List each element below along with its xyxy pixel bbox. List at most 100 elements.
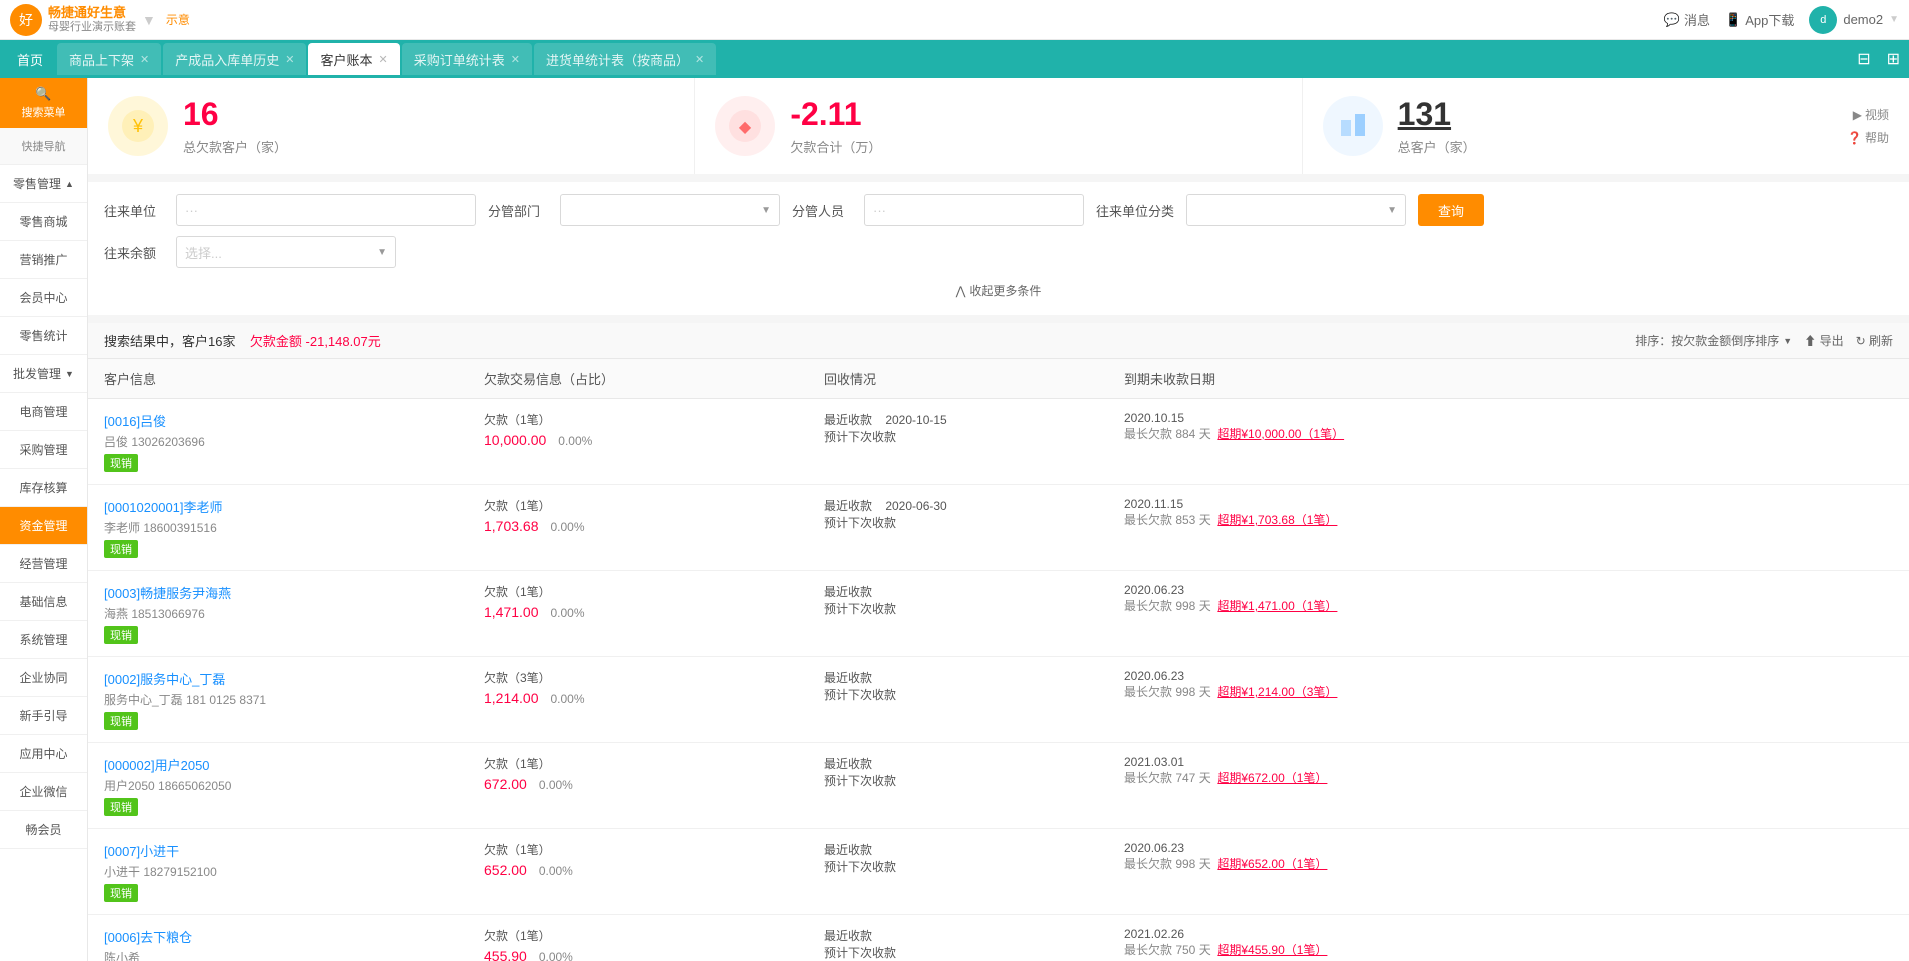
customer-name-5[interactable]: [000002]用户2050 [104, 755, 484, 774]
overdue-link-7[interactable]: 超期¥455.90（1笔） [1217, 943, 1327, 957]
total-icon [1323, 96, 1383, 156]
debt-amount-1[interactable]: 10,000.00 [484, 432, 546, 448]
sidebar-item-retail-mgmt[interactable]: 零售管理 ▲ [0, 165, 87, 203]
search-btn[interactable]: 查询 [1418, 194, 1484, 226]
sidebar-item-enterprise-coop[interactable]: 企业协同 [0, 659, 87, 697]
chevron-down-icon: ▼ [761, 205, 771, 216]
video-btn[interactable]: ▶ 视频 [1853, 106, 1889, 123]
sidebar-item-finance[interactable]: 资金管理 [0, 507, 87, 545]
debt-info-2: 欠款（1笔） 1,703.68 0.00% [484, 497, 824, 534]
close-icon[interactable]: ✕ [695, 53, 704, 66]
close-icon[interactable]: ✕ [511, 53, 520, 66]
tab-product-inbound[interactable]: 产成品入库单历史 ✕ [163, 43, 306, 75]
source-unit-input[interactable]: ··· [176, 194, 476, 226]
sidebar-item-app-center[interactable]: 应用中心 [0, 735, 87, 773]
sidebar-item-member[interactable]: 会员中心 [0, 279, 87, 317]
customer-name-7[interactable]: [0006]去下粮仓 [104, 927, 484, 946]
user-menu[interactable]: d demo2 ▼ [1809, 6, 1899, 34]
debt-amount-4[interactable]: 1,214.00 [484, 690, 539, 706]
customers-icon: ¥ [108, 96, 168, 156]
debt-info-3: 欠款（1笔） 1,471.00 0.00% [484, 583, 824, 620]
unit-category-select[interactable]: ▼ [1186, 194, 1406, 226]
debt-info-5: 欠款（1笔） 672.00 0.00% [484, 755, 824, 792]
collection-info-1: 最近收款 2020-10-15 预计下次收款 [824, 411, 1124, 445]
customer-name-1[interactable]: [0016]吕俊 [104, 411, 484, 430]
mobile-icon: 📱 [1725, 12, 1741, 28]
chevron-down-icon: ▼ [377, 247, 387, 258]
debt-amount-7[interactable]: 455.90 [484, 948, 527, 961]
tab-customer-account[interactable]: 客户账本 ✕ [308, 43, 399, 75]
debt-amount-5[interactable]: 672.00 [484, 776, 527, 792]
collection-info-3: 最近收款 预计下次收款 [824, 583, 1124, 617]
customer-name-3[interactable]: [0003]畅捷服务尹海燕 [104, 583, 484, 602]
customer-info-7: [0006]去下粮仓 陈小希 现销 [104, 927, 484, 961]
tab-product-shelf[interactable]: 商品上下架 ✕ [57, 43, 161, 75]
customer-info-5: [000002]用户2050 用户2050 18665062050 现销 [104, 755, 484, 816]
table-row: [0002]服务中心_丁磊 服务中心_丁磊 181 0125 8371 现销 欠… [88, 657, 1909, 743]
sidebar-item-marketing[interactable]: 营销推广 [0, 241, 87, 279]
tabs-maximize-btn[interactable]: ⊞ [1883, 49, 1904, 69]
chevron-up-icon: ⋀ [956, 284, 966, 298]
logo-text: 畅捷通好生意 [48, 5, 136, 21]
sidebar-item-basic-info[interactable]: 基础信息 [0, 583, 87, 621]
sidebar-item-enterprise-wx[interactable]: 企业微信 [0, 773, 87, 811]
help-btn[interactable]: ❓ 帮助 [1847, 129, 1889, 146]
overdue-link-3[interactable]: 超期¥1,471.00（1笔） [1217, 599, 1337, 613]
customer-info-4: [0002]服务中心_丁磊 服务中心_丁磊 181 0125 8371 现销 [104, 669, 484, 730]
sidebar-item-batch-mgmt[interactable]: 批发管理 ▼ [0, 355, 87, 393]
result-actions: 排序：按欠款金额倒序排序 ▼ ⬆ 导出 ↻ 刷新 [1635, 332, 1893, 349]
tab-purchase-order[interactable]: 采购订单统计表 ✕ [402, 43, 532, 75]
customer-tag-1: 现销 [104, 454, 138, 472]
table-row: [0003]畅捷服务尹海燕 海燕 18513066976 现销 欠款（1笔） 1… [88, 571, 1909, 657]
sidebar-item-ecommerce[interactable]: 电商管理 [0, 393, 87, 431]
sidebar-item-quick-nav[interactable]: 快捷导航 [0, 128, 87, 165]
close-icon[interactable]: ✕ [285, 53, 294, 66]
source-unit-placeholder: ··· [185, 203, 198, 218]
tab-purchase-stats[interactable]: 进货单统计表（按商品） ✕ [534, 43, 716, 75]
filter-row-2: 往来余额 选择... ▼ [104, 236, 1893, 268]
overdue-link-2[interactable]: 超期¥1,703.68（1笔） [1217, 513, 1337, 527]
debt-amount-6[interactable]: 652.00 [484, 862, 527, 878]
debt-amount-2[interactable]: 1,703.68 [484, 518, 539, 534]
stats-row: ¥ 16 总欠款客户（家） ◆ [88, 78, 1909, 174]
customer-name-6[interactable]: [0007]小进干 [104, 841, 484, 860]
table-row: [0001020001]李老师 李老师 18600391516 现销 欠款（1笔… [88, 485, 1909, 571]
table-row: [0007]小进干 小进干 18279152100 现销 欠款（1笔） 652.… [88, 829, 1909, 915]
refresh-btn[interactable]: ↻ 刷新 [1856, 332, 1893, 349]
demo-link[interactable]: 示意 [166, 11, 190, 28]
overdue-link-1[interactable]: 超期¥10,000.00（1笔） [1217, 427, 1344, 441]
sidebar-item-retail-mall[interactable]: 零售商城 [0, 203, 87, 241]
overdue-link-6[interactable]: 超期¥652.00（1笔） [1217, 857, 1327, 871]
tab-home[interactable]: 首页 [5, 43, 55, 75]
overdue-link-4[interactable]: 超期¥1,214.00（3笔） [1217, 685, 1337, 699]
customer-name-2[interactable]: [0001020001]李老师 [104, 497, 484, 516]
app-download-btn[interactable]: 📱 App下载 [1725, 10, 1794, 29]
dept-select[interactable]: ▼ [560, 194, 780, 226]
sidebar-item-inventory[interactable]: 库存核算 [0, 469, 87, 507]
sort-select[interactable]: 排序：按欠款金额倒序排序 ▼ [1635, 332, 1792, 349]
sidebar-item-retail-stats[interactable]: 零售统计 [0, 317, 87, 355]
collapse-btn[interactable]: ⋀ 收起更多条件 [104, 278, 1893, 303]
sidebar-item-newbie[interactable]: 新手引导 [0, 697, 87, 735]
customer-name-4[interactable]: [0002]服务中心_丁磊 [104, 669, 484, 688]
overdue-link-5[interactable]: 超期¥672.00（1笔） [1217, 771, 1327, 785]
customer-info-2: [0001020001]李老师 李老师 18600391516 现销 [104, 497, 484, 558]
customer-tag-5: 现销 [104, 798, 138, 816]
tabs-bar-right: ⊟ ⊞ [1853, 49, 1904, 69]
sidebar-item-operations[interactable]: 经营管理 [0, 545, 87, 583]
message-btn[interactable]: 💬 消息 [1664, 10, 1710, 29]
debt-info-7: 欠款（1笔） 455.90 0.00% [484, 927, 824, 961]
export-btn[interactable]: ⬆ 导出 [1804, 332, 1843, 349]
close-icon[interactable]: ✕ [140, 53, 149, 66]
stat-label-customers: 总欠款客户（家） [183, 137, 287, 156]
tabs-minimize-btn[interactable]: ⊟ [1853, 49, 1874, 69]
manager-input[interactable]: ··· [864, 194, 1084, 226]
sidebar-item-system[interactable]: 系统管理 [0, 621, 87, 659]
sidebar-item-purchase[interactable]: 采购管理 [0, 431, 87, 469]
sidebar-item-vip[interactable]: 畅会员 [0, 811, 87, 849]
sidebar-search[interactable]: 🔍 搜索菜单 [0, 78, 87, 128]
due-date-3: 2020.06.23 最长欠款 998 天 超期¥1,471.00（1笔） [1124, 583, 1893, 614]
close-icon[interactable]: ✕ [379, 53, 388, 66]
balance-select[interactable]: 选择... ▼ [176, 236, 396, 268]
debt-amount-3[interactable]: 1,471.00 [484, 604, 539, 620]
